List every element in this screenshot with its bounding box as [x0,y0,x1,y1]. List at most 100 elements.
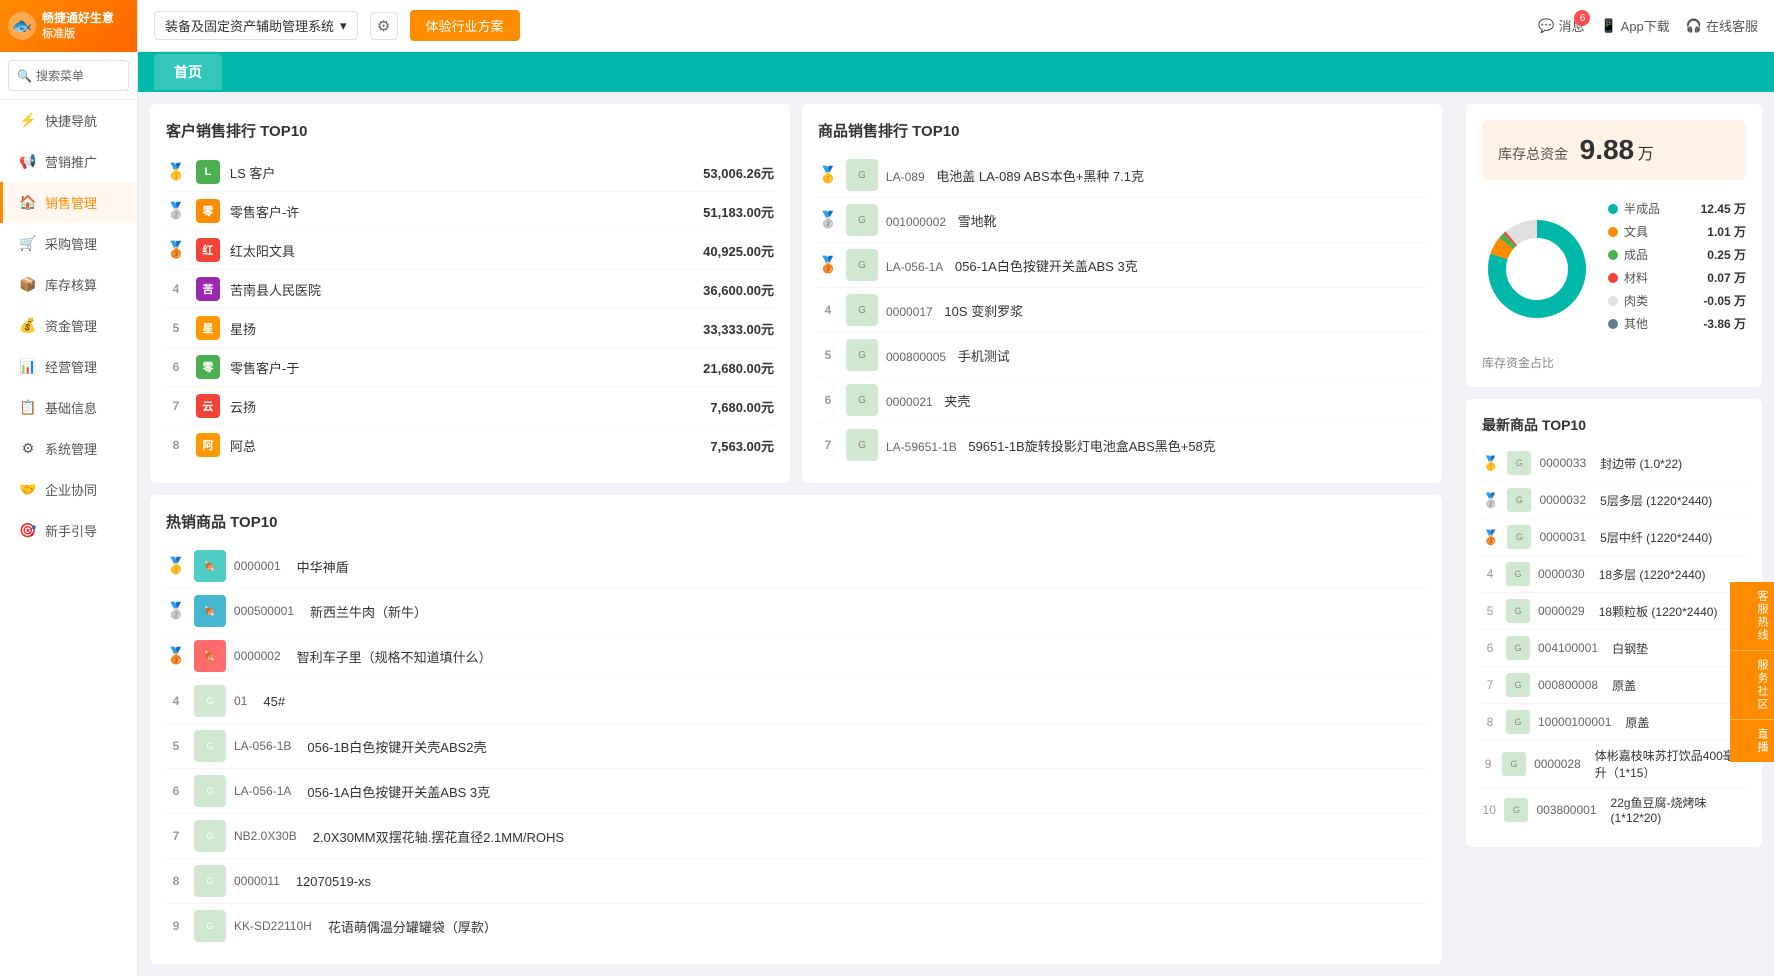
sidebar-search[interactable]: 🔍 搜索菜单 [0,52,137,100]
inventory-icon: 📦 [19,276,37,294]
sidebar-item-marketing[interactable]: 📢 营销推广 [0,141,137,182]
hot-product-name: 新西兰牛肉（新牛） [310,602,427,621]
sales-icon: 🏠 [19,194,37,212]
product-code: 000500001 [234,604,294,618]
tab-home[interactable]: 首页 [154,54,222,90]
product-image: G [846,384,878,416]
sidebar-item-basic[interactable]: 📋 基础信息 [0,387,137,428]
sidebar-item-system[interactable]: ⚙ 系统管理 [0,428,137,469]
rank-number: 9 [166,919,186,933]
app-download-button[interactable]: 📱 App下载 [1600,16,1669,35]
product-code: NB2.0X30B [234,829,297,843]
gear-button[interactable]: ⚙ [370,12,398,40]
purchase-icon: 🛒 [19,235,37,253]
online-service-button[interactable]: 🎧 在线客服 [1686,16,1758,35]
message-button[interactable]: 💬 消息 6 [1538,16,1584,35]
system-name: 装备及固定资产辅助管理系统 [165,16,334,35]
hot-products-card: 热销商品 TOP10 🥇 🍖 0000001 中华神盾 🥈 🍖 00050000… [150,495,1442,964]
sidebar-item-coop[interactable]: 🤝 企业协同 [0,469,137,510]
new-products-list: 🥇 G 0000033 封边带 (1.0*22) 🥈 G 0000032 5层多… [1482,445,1746,831]
legend-item: 其他 -3.86 万 [1608,315,1746,332]
medal-icon: 🥇 [166,162,186,182]
new-product-item: 🥇 G 0000033 封边带 (1.0*22) [1482,445,1746,482]
sidebar-logo: 🐟 畅捷通好生意 标准版 [0,0,137,52]
product-image: G [194,910,226,942]
np-name: 5层多层 (1220*2440) [1600,492,1712,509]
product-info: LA-59651-1B 59651-1B旋转投影灯电池盒ABS黑色+58克 [886,436,1426,455]
customer-name: 苦南县人民医院 [230,280,693,299]
customer-avatar: 云 [196,394,220,418]
guide-icon: 🎯 [19,522,37,540]
sidebar-item-sales[interactable]: 🏠 销售管理 [0,182,137,223]
product-code: LA-59651-1B [886,440,957,454]
donut-chart [1482,214,1592,324]
product-info: 0000017 10S 变刹罗浆 [886,301,1426,320]
new-product-item: 9 G 0000028 体彬嘉枝味苏打饮品400毫升（1*15） [1482,741,1746,788]
np-name: 原盖 [1625,714,1649,731]
customer-avatar: 星 [196,316,220,340]
donut-chart-container: 半成品 12.45 万 文具 1.01 万 成品 0.25 万 材料 0.07 … [1482,192,1746,346]
coop-icon: 🤝 [19,481,37,499]
trial-button[interactable]: 体验行业方案 [410,10,520,41]
legend-value: 12.45 万 [1701,200,1746,217]
customer-rank-item: 7 云 云扬 7,680.00元 [166,387,774,426]
sidebar-item-guide[interactable]: 🎯 新手引导 [0,510,137,551]
customer-rank-item: 🥇 L LS 客户 53,006.26元 [166,153,774,192]
rank-number: 4 [818,303,838,317]
new-product-item: 🥈 G 0000032 5层多层 (1220*2440) [1482,482,1746,519]
customer-ranking-title: 客户销售排行 TOP10 [166,120,774,141]
sidebar-item-finance[interactable]: 💰 资金管理 [0,305,137,346]
product-code: 0000017 [886,305,933,319]
system-selector[interactable]: 装备及固定资产辅助管理系统 ▾ [154,11,358,40]
new-product-item: 🥉 G 0000031 5层中纤 (1220*2440) [1482,519,1746,556]
product-info: LA-089 电池盖 LA-089 ABS本色+黑种 7.1克 [886,166,1426,185]
product-image: G [846,339,878,371]
np-name: 22g鱼豆腐-烧烤味 (1*12*20) [1611,794,1746,825]
hot-product-item: 4 G 01 45# [166,679,1426,724]
rank-number: 8 [166,438,186,452]
header: 装备及固定资产辅助管理系统 ▾ ⚙ 体验行业方案 💬 消息 6 📱 App下载 … [138,0,1774,52]
medal-icon: 🥈 [166,601,186,621]
customer-rank-item: 6 零 零售客户-于 21,680.00元 [166,348,774,387]
customer-rank-item: 4 苦 苦南县人民医院 36,600.00元 [166,270,774,309]
rank-number: 8 [1482,715,1498,729]
medal-icon: 🥉 [818,255,838,275]
float-button[interactable]: 客服热线 [1730,582,1774,651]
product-name: 10S 变刹罗浆 [944,304,1023,319]
customer-name: 云扬 [230,397,700,416]
np-code: 0000033 [1539,456,1586,470]
sidebar-item-inventory[interactable]: 📦 库存核算 [0,264,137,305]
sidebar-item-quick[interactable]: ⚡ 快捷导航 [0,100,137,141]
product-image: G [846,429,878,461]
product-image: G [846,204,878,236]
float-button[interactable]: 直播 [1730,720,1774,762]
message-badge: 6 [1574,10,1590,26]
sidebar-item-purchase[interactable]: 🛒 采购管理 [0,223,137,264]
content: 客户销售排行 TOP10 🥇 L LS 客户 53,006.26元 🥈 零 零售… [138,92,1774,976]
upper-section: 客户销售排行 TOP10 🥇 L LS 客户 53,006.26元 🥈 零 零售… [150,104,1442,483]
product-code: LA-056-1B [234,739,291,753]
quick-nav-icon: ⚡ [19,112,37,130]
product-rank-item: 6 G 0000021 夹壳 [818,378,1426,423]
rank-number: 6 [818,393,838,407]
legend-item: 材料 0.07 万 [1608,269,1746,286]
rank-number: 4 [1482,567,1498,581]
medal-icon: 🥉 [166,240,186,260]
rank-number: 5 [1482,604,1498,618]
medal-icon: 🥇 [1482,455,1499,472]
search-menu-button[interactable]: 🔍 搜索菜单 [8,60,129,91]
float-button[interactable]: 服务社区 [1730,651,1774,720]
new-product-item: 8 G 10000100001 原盖 [1482,704,1746,741]
customer-avatar: 红 [196,238,220,262]
legend-value: -3.86 万 [1703,315,1746,332]
np-name: 18颗粒板 (1220*2440) [1599,603,1718,620]
sidebar-item-operation[interactable]: 📊 经营管理 [0,346,137,387]
hot-product-name: 中华神盾 [297,557,349,576]
hot-product-item: 9 G KK-SD22110H 花语萌偶温分罐罐袋（厚款） [166,904,1426,948]
legend-label: 材料 [1624,269,1701,286]
product-name: 雪地靴 [958,214,997,229]
product-ranking-title: 商品销售排行 TOP10 [818,120,1426,141]
new-products-header: 最新商品 TOP10 [1482,415,1746,435]
hot-product-name: 056-1B白色按键开关壳ABS2壳 [307,737,486,756]
product-image: G [194,775,226,807]
